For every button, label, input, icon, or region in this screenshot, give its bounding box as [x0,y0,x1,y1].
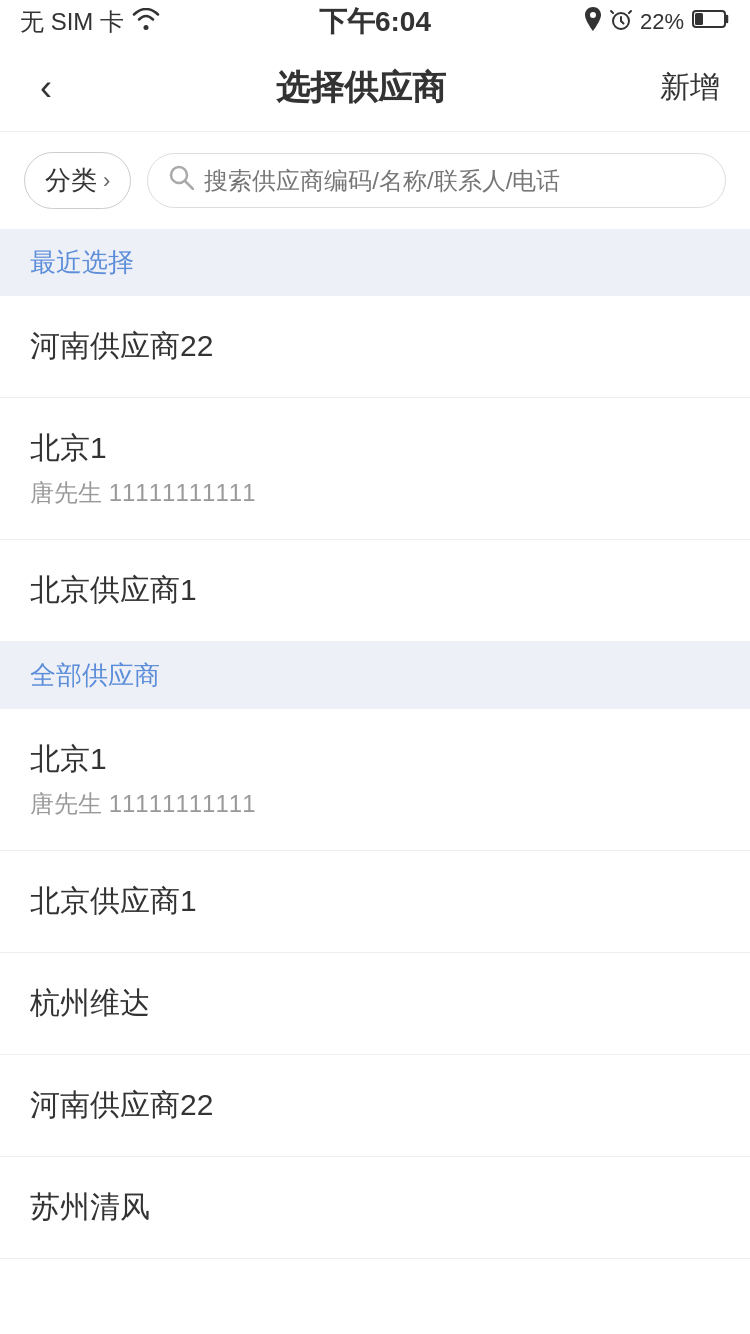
status-bar: 无 SIM 卡 下午6:04 22% [0,0,750,44]
list-item[interactable]: 北京供应商1 [0,851,750,953]
item-name: 苏州清风 [30,1187,720,1228]
item-name: 河南供应商22 [30,1085,720,1126]
all-section-header: 全部供应商 [0,642,750,709]
status-right: 22% [584,7,730,37]
search-box [147,153,726,208]
search-input[interactable] [204,167,705,195]
list-item[interactable]: 河南供应商22 [0,296,750,398]
status-time: 下午6:04 [319,3,431,41]
status-left: 无 SIM 卡 [20,6,160,38]
list-item[interactable]: 北京1 唐先生 11111111111 [0,398,750,540]
item-name: 杭州维达 [30,983,720,1024]
svg-rect-2 [695,13,703,25]
add-button[interactable]: 新增 [660,67,720,108]
list-item[interactable]: 苏州清风 [0,1157,750,1259]
list-item[interactable]: 河南供应商22 [0,1055,750,1157]
category-button[interactable]: 分类 › [24,152,131,209]
location-icon [584,7,602,37]
item-name: 河南供应商22 [30,326,720,367]
chevron-right-icon: › [103,168,110,194]
carrier-text: 无 SIM 卡 [20,6,124,38]
recent-section-label: 最近选择 [30,247,134,277]
alarm-icon [610,8,632,36]
item-name: 北京供应商1 [30,570,720,611]
all-items-list: 北京1 唐先生 11111111111 北京供应商1 杭州维达河南供应商22 苏州清风 [0,709,750,1259]
list-item[interactable]: 杭州维达 [0,953,750,1055]
svg-line-4 [185,181,193,189]
page-title: 选择供应商 [276,65,446,111]
item-sub: 唐先生 11111111111 [30,477,720,509]
search-icon [168,164,194,197]
item-name: 北京1 [30,739,720,780]
item-sub: 唐先生 11111111111 [30,788,720,820]
battery-text: 22% [640,9,684,35]
category-label: 分类 [45,163,97,198]
list-item[interactable]: 北京1 唐先生 11111111111 [0,709,750,851]
recent-items-list: 河南供应商22 北京1 唐先生 11111111111 北京供应商1 [0,296,750,642]
list-item[interactable]: 北京供应商1 [0,540,750,642]
item-name: 北京1 [30,428,720,469]
item-name: 北京供应商1 [30,881,720,922]
recent-section-header: 最近选择 [0,229,750,296]
wifi-icon [132,8,160,36]
battery-icon [692,9,730,35]
all-section-label: 全部供应商 [30,660,160,690]
back-button[interactable]: ‹ [30,57,62,119]
filter-bar: 分类 › [0,132,750,229]
nav-bar: ‹ 选择供应商 新增 [0,44,750,132]
